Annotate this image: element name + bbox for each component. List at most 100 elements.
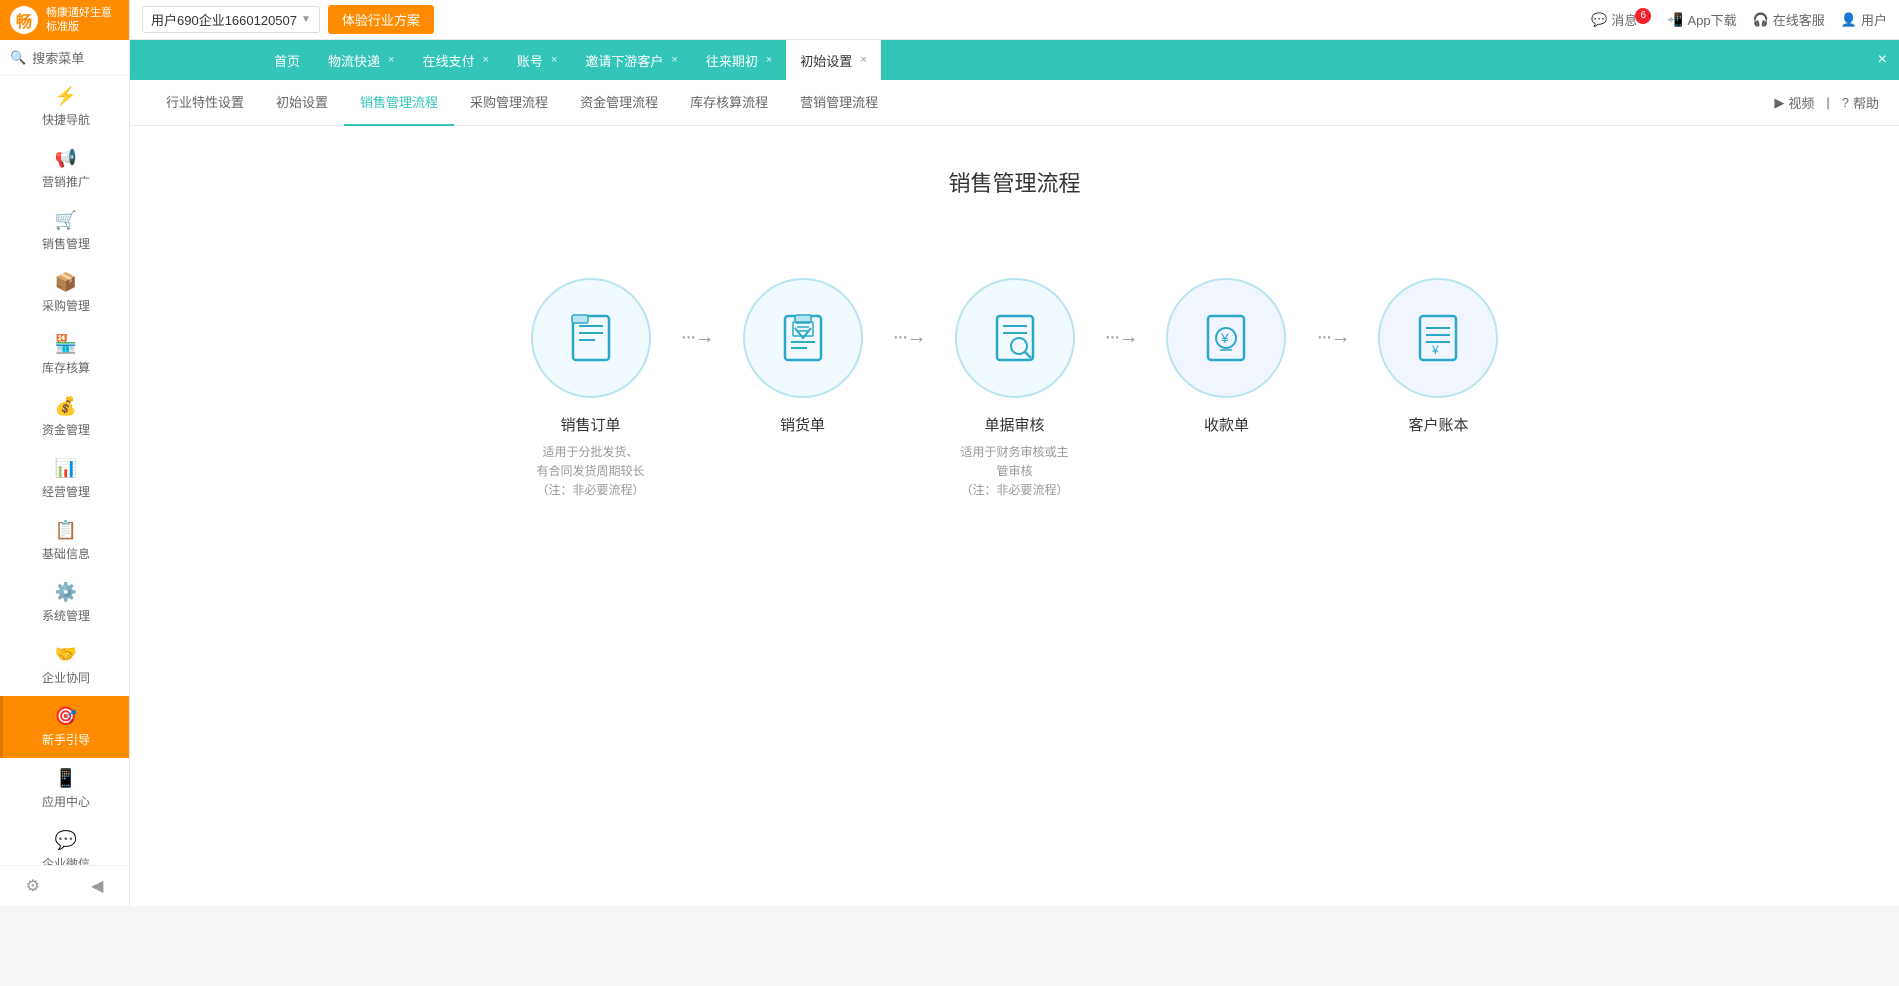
- sub-tab-inventory-flow[interactable]: 库存核算流程: [674, 80, 784, 126]
- sidebar-item-enterprise[interactable]: 🤝 企业协同: [0, 634, 129, 696]
- close-invite-icon[interactable]: ×: [671, 54, 677, 66]
- sidebar-item-inventory[interactable]: 🏪 库存核算: [0, 324, 129, 386]
- step-title-2: 销货单: [780, 414, 825, 435]
- help-action[interactable]: ? 帮助: [1842, 93, 1879, 112]
- ops-icon: 📊: [55, 458, 77, 479]
- sales-icon: 🛒: [55, 210, 77, 231]
- flow-circle-2: [743, 278, 863, 398]
- nav-tab-account[interactable]: 账号 ×: [503, 40, 571, 80]
- nav-tab-payment[interactable]: 在线支付 ×: [408, 40, 502, 80]
- svg-text:¥: ¥: [1220, 330, 1229, 346]
- sidebar-item-guide[interactable]: 🎯 新手引导: [0, 696, 129, 758]
- nav-tab-init[interactable]: 初始设置 ×: [786, 40, 880, 80]
- sidebar-item-system[interactable]: ⚙️ 系统管理: [0, 572, 129, 634]
- user-selector[interactable]: 用户690企业1660120507 ▼: [142, 6, 320, 33]
- page-title: 销售管理流程: [190, 166, 1839, 198]
- sub-tab-sales-flow[interactable]: 销售管理流程: [344, 80, 454, 126]
- sub-tab-purchase-flow[interactable]: 采购管理流程: [454, 80, 564, 126]
- flow-step-delivery: 销货单: [713, 278, 893, 443]
- flow-step-receipt: ¥ 收款单: [1136, 278, 1316, 443]
- flow-circle-5: ¥: [1378, 278, 1498, 398]
- sidebar-item-basic[interactable]: 📋 基础信息: [0, 510, 129, 572]
- sub-tab-industry[interactable]: 行业特性设置: [150, 80, 260, 126]
- avatar-icon: 👤: [1841, 12, 1857, 28]
- flow-arrow-3: ···→: [1105, 278, 1137, 349]
- close-period-icon[interactable]: ×: [766, 54, 772, 66]
- step-title-1: 销售订单: [561, 414, 621, 435]
- search-icon: 🔍: [10, 50, 26, 66]
- flow-circle-4: ¥: [1166, 278, 1286, 398]
- purchase-icon: 📦: [55, 272, 77, 293]
- flow-circle-3: [955, 278, 1075, 398]
- sub-tab-finance-flow[interactable]: 资金管理流程: [564, 80, 674, 126]
- system-icon: ⚙️: [55, 582, 77, 603]
- flow-step-account: ¥ 客户账本: [1348, 278, 1528, 443]
- step-title-3: 单据审核: [984, 414, 1044, 435]
- svg-text:¥: ¥: [1431, 343, 1439, 357]
- close-init-icon[interactable]: ×: [860, 54, 866, 66]
- user-avatar-item[interactable]: 👤 用户: [1841, 10, 1887, 29]
- online-service-item[interactable]: 🎧 在线客服: [1753, 10, 1825, 29]
- step-title-5: 客户账本: [1408, 414, 1468, 435]
- flow-arrow-1: ···→: [681, 278, 713, 349]
- headset-icon: 🎧: [1753, 12, 1769, 28]
- experience-button[interactable]: 体验行业方案: [328, 5, 434, 34]
- message-item[interactable]: 💬 消息 6: [1591, 10, 1651, 29]
- close-payment-icon[interactable]: ×: [482, 54, 488, 66]
- logo-icon: 畅: [10, 6, 38, 34]
- delivery-icon: [775, 310, 831, 366]
- video-icon: ▶: [1774, 95, 1784, 111]
- sub-tab-actions: ▶ 视频 | ? 帮助: [1774, 93, 1879, 112]
- sidebar-item-wechat[interactable]: 💬 企业微信: [0, 820, 129, 865]
- step-title-4: 收款单: [1204, 414, 1249, 435]
- marketing-icon: 📢: [55, 148, 77, 169]
- settings-icon[interactable]: ⚙: [26, 876, 40, 896]
- sidebar-item-finance[interactable]: 💰 资金管理: [0, 386, 129, 448]
- sidebar-logo: 畅 畅康通好生意 标准版: [0, 0, 129, 40]
- flow-step-review: 单据审核 适用于财务审核或主管审核（注：非必要流程）: [925, 278, 1105, 501]
- app-icon: 📱: [55, 768, 77, 789]
- step-desc-3: 适用于财务审核或主管审核（注：非必要流程）: [960, 443, 1068, 501]
- flow-arrow-4: ···→: [1316, 278, 1348, 349]
- close-logistics-icon[interactable]: ×: [388, 54, 394, 66]
- message-icon: 💬: [1591, 12, 1607, 28]
- receipt-icon: ¥: [1198, 310, 1254, 366]
- collapse-icon[interactable]: ◀: [91, 876, 103, 896]
- nav-tab-home[interactable]: 首页: [260, 40, 314, 80]
- help-icon: ?: [1842, 95, 1849, 110]
- flow-diagram: 销售订单 适用于分批发货、有合同发货周期较长（注：非必要流程） ···→: [190, 258, 1839, 521]
- video-action[interactable]: ▶ 视频: [1774, 93, 1814, 112]
- guide-icon: 🎯: [55, 706, 77, 727]
- top-bar: 用户690企业1660120507 ▼ 体验行业方案 💬 消息 6 📲 App下…: [130, 0, 1899, 40]
- sub-tab-marketing-flow[interactable]: 营销管理流程: [784, 80, 894, 126]
- nav-tabs: 首页 物流快递 × 在线支付 × 账号 × 邀请下游客户 × 往来期初 × 初始…: [130, 40, 1899, 80]
- sidebar-item-marketing[interactable]: 📢 营销推广: [0, 138, 129, 200]
- top-bar-left: 用户690企业1660120507 ▼ 体验行业方案: [142, 5, 434, 34]
- enterprise-icon: 🤝: [55, 644, 77, 665]
- account-icon: ¥: [1410, 310, 1466, 366]
- flow-circle-1: [531, 278, 651, 398]
- sidebar-bottom: ⚙ ◀: [0, 865, 129, 906]
- nav-close-all[interactable]: ×: [1866, 51, 1899, 69]
- close-account-icon[interactable]: ×: [551, 54, 557, 66]
- download-icon: 📲: [1667, 12, 1683, 28]
- nav-tab-period[interactable]: 往来期初 ×: [692, 40, 786, 80]
- flow-step-sales-order: 销售订单 适用于分批发货、有合同发货周期较长（注：非必要流程）: [501, 278, 681, 501]
- main-wrapper: 行业特性设置 初始设置 销售管理流程 采购管理流程 资金管理流程 库存核算流程 …: [130, 80, 1899, 906]
- sidebar-item-purchase[interactable]: 📦 采购管理: [0, 262, 129, 324]
- sidebar-item-app[interactable]: 📱 应用中心: [0, 758, 129, 820]
- sidebar-item-sales[interactable]: 🛒 销售管理: [0, 200, 129, 262]
- sidebar-item-ops[interactable]: 📊 经营管理: [0, 448, 129, 510]
- sidebar-search[interactable]: 🔍 搜索菜单: [0, 40, 129, 76]
- app-download-item[interactable]: 📲 App下载: [1667, 10, 1736, 29]
- sidebar: 畅 畅康通好生意 标准版 🔍 搜索菜单 ⚡ 快捷导航 📢 营销推广 🛒 销售管理…: [0, 0, 130, 906]
- page-content: 销售管理流程 销售订单 适用于分批发货、有合同发货周期较长（注：非必要流程）: [130, 126, 1899, 561]
- nav-tab-logistics[interactable]: 物流快递 ×: [314, 40, 408, 80]
- message-badge: 6: [1635, 8, 1651, 24]
- sidebar-item-quick-nav[interactable]: ⚡ 快捷导航: [0, 76, 129, 138]
- sales-order-icon: [563, 310, 619, 366]
- sidebar-nav: ⚡ 快捷导航 📢 营销推广 🛒 销售管理 📦 采购管理 🏪 库存核算 💰 资金管…: [0, 76, 129, 865]
- nav-tab-invite[interactable]: 邀请下游客户 ×: [571, 40, 691, 80]
- sub-tabs: 行业特性设置 初始设置 销售管理流程 采购管理流程 资金管理流程 库存核算流程 …: [130, 80, 1899, 126]
- sub-tab-init[interactable]: 初始设置: [260, 80, 344, 126]
